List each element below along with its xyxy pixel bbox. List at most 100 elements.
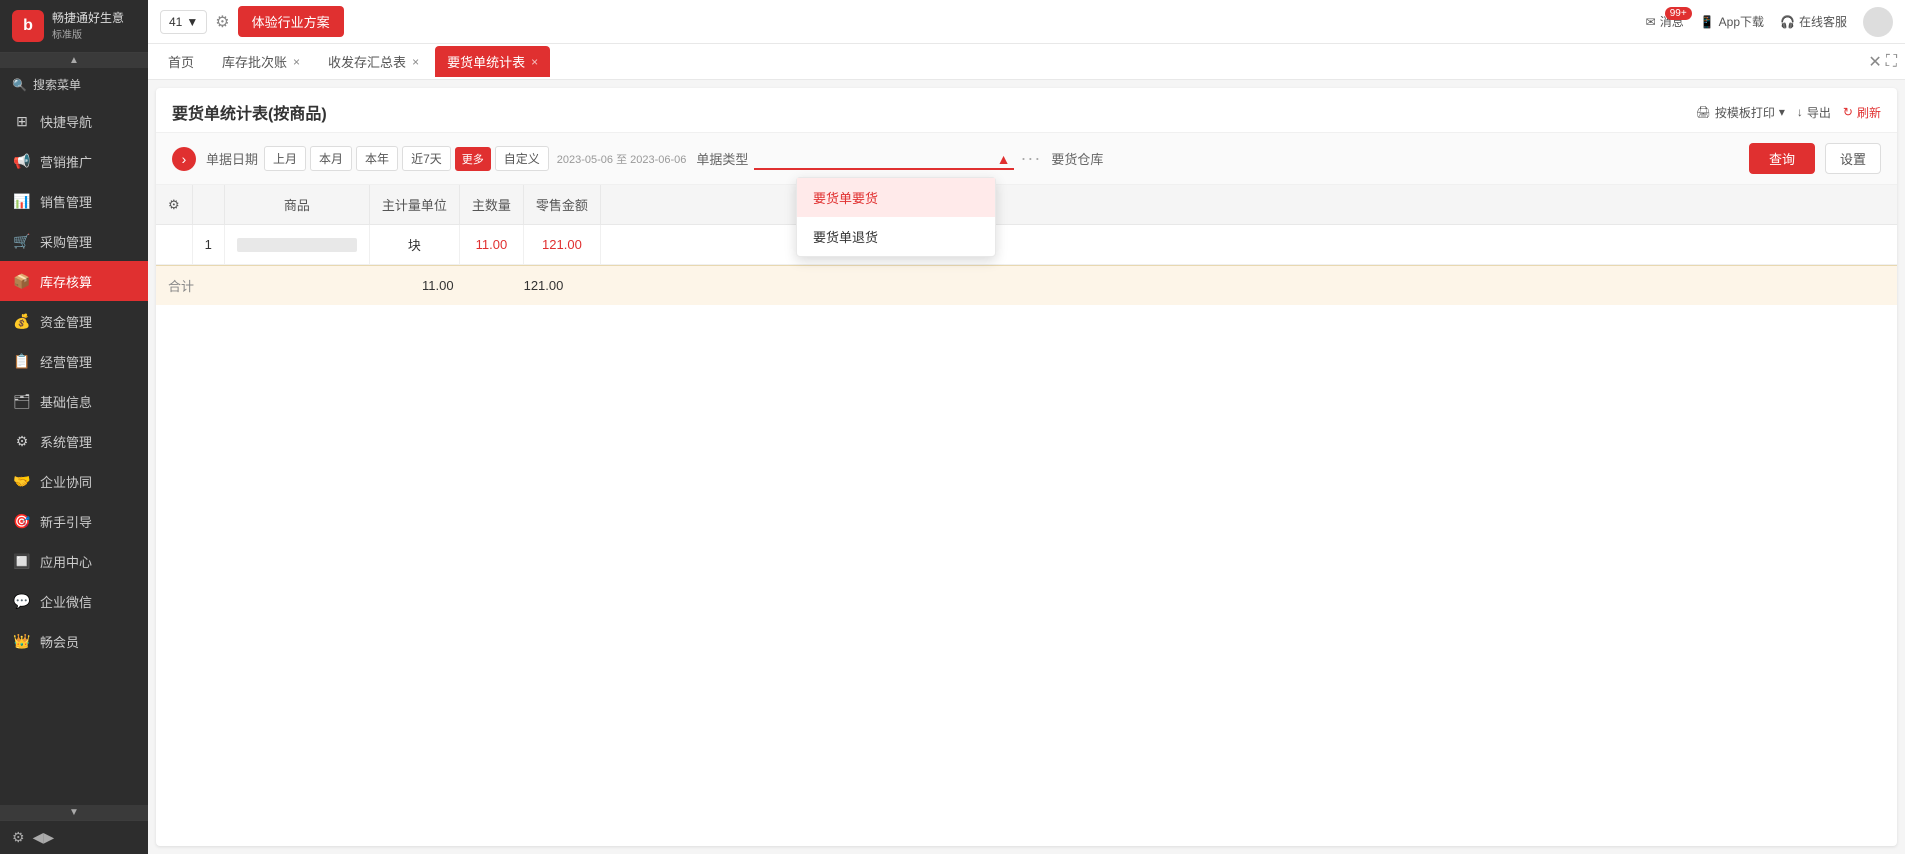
topbar-settings-icon[interactable]: ⚙	[215, 12, 229, 32]
custom-date-btn[interactable]: 自定义	[495, 146, 549, 171]
sidebar-item-marketing[interactable]: 📢 营销推广	[0, 141, 148, 181]
sidebar-item-label: 资金管理	[40, 312, 92, 331]
print-template-btn[interactable]: 🖨 按模板打印 ▾	[1696, 104, 1785, 121]
search-icon: 🔍	[12, 78, 27, 92]
app-name-block: 畅捷通好生意 标准版	[52, 11, 124, 42]
row-num: 1	[192, 225, 224, 265]
table-container: ⚙ 商品 主计量单位 主数量 零售金额 1	[156, 185, 1897, 265]
sidebar-item-label: 采购管理	[40, 232, 92, 251]
sidebar-item-label: 新手引导	[40, 512, 92, 531]
collab-icon: 🤝	[12, 471, 32, 491]
sidebar-scroll-up[interactable]: ▲	[0, 53, 148, 68]
collapse-sidebar-icon[interactable]: ◀▶	[33, 829, 55, 846]
tabbar-expand-icon[interactable]: ⛶	[1886, 53, 1897, 71]
sidebar-item-operation[interactable]: 📋 经营管理	[0, 341, 148, 381]
tab-receive-summary-close[interactable]: ×	[412, 55, 419, 69]
filter-bar: › 单据日期 上月 本月 本年 近7天 更多 自定义 2023-05-06 至 …	[156, 133, 1897, 185]
refresh-btn[interactable]: ↻ 刷新	[1843, 104, 1881, 121]
dropdown-item-order-delivery[interactable]: 要货单要货	[797, 178, 995, 217]
sidebar-item-quick-nav[interactable]: ⊞ 快捷导航	[0, 101, 148, 141]
last-7-days-btn[interactable]: 近7天	[402, 146, 451, 171]
purchase-icon: 🛒	[12, 231, 32, 251]
sidebar-item-purchase[interactable]: 🛒 采购管理	[0, 221, 148, 261]
tabbar-close-all[interactable]: ✕	[1868, 52, 1881, 72]
user-avatar[interactable]	[1863, 7, 1893, 37]
more-dates-btn[interactable]: 更多	[455, 147, 491, 171]
row-product	[224, 225, 369, 265]
row-quantity[interactable]: 11.00	[459, 225, 523, 265]
refresh-icon: ↻	[1843, 105, 1853, 119]
topbar-left: 41 ▼ ⚙ 体验行业方案	[160, 6, 1636, 37]
tabbar: 首页 库存批次账 × 收发存汇总表 × 要货单统计表 × ✕ ⛶	[148, 44, 1905, 80]
warehouse-filter-group: 要货仓库	[1051, 149, 1103, 168]
sidebar-item-system[interactable]: ⚙ 系统管理	[0, 421, 148, 461]
wechat-icon: 💬	[12, 591, 32, 611]
filter-expand-btn[interactable]: ›	[172, 147, 196, 171]
this-year-btn[interactable]: 本年	[356, 146, 398, 171]
sidebar-item-sales[interactable]: 📊 销售管理	[0, 181, 148, 221]
export-label: 导出	[1807, 104, 1831, 121]
page-header: 要货单统计表(按商品) 🖨 按模板打印 ▾ ↓ 导出 ↻ 刷新	[156, 88, 1897, 133]
tab-order-stats-close[interactable]: ×	[531, 55, 538, 69]
online-service-label: 在线客服	[1799, 13, 1847, 30]
sidebar-item-label: 基础信息	[40, 392, 92, 411]
sidebar-item-appstore[interactable]: 🔲 应用中心	[0, 541, 148, 581]
doc-type-arrow[interactable]: ▲	[997, 151, 1011, 167]
col-settings[interactable]: ⚙	[156, 185, 192, 225]
footer-label: 合计	[168, 276, 194, 295]
date-filter-label: 单据日期	[206, 149, 258, 168]
sidebar-item-member[interactable]: 👑 畅会员	[0, 621, 148, 661]
col-extra	[600, 185, 1897, 225]
last-month-btn[interactable]: 上月	[264, 146, 306, 171]
filter-settings-btn[interactable]: 设置	[1825, 143, 1881, 174]
sidebar-bottom: ⚙ ◀▶	[0, 820, 148, 854]
quick-nav-icon: ⊞	[12, 111, 32, 131]
page-title: 要货单统计表(按商品)	[172, 100, 327, 124]
sidebar-item-wechat[interactable]: 💬 企业微信	[0, 581, 148, 621]
doc-type-more[interactable]: ···	[1020, 148, 1041, 169]
tab-receive-summary[interactable]: 收发存汇总表 ×	[316, 46, 431, 77]
col-unit: 主计量单位	[369, 185, 459, 225]
row-sales-amount[interactable]: 121.00	[523, 225, 600, 265]
trial-button[interactable]: 体验行业方案	[238, 6, 344, 37]
refresh-label: 刷新	[1857, 104, 1881, 121]
topbar-right: ✉ 消息 99+ 📱 App下载 🎧 在线客服	[1646, 7, 1893, 37]
sidebar-search[interactable]: 🔍 搜索菜单	[0, 68, 148, 101]
settings-bottom-icon[interactable]: ⚙	[12, 829, 25, 846]
sidebar-item-inventory[interactable]: 📦 库存核算	[0, 261, 148, 301]
doc-type-input[interactable]	[754, 147, 1014, 170]
main-content: 41 ▼ ⚙ 体验行业方案 ✉ 消息 99+ 📱 App下载 🎧 在线客服	[148, 0, 1905, 854]
sidebar-item-collab[interactable]: 🤝 企业协同	[0, 461, 148, 501]
tab-inventory-batch[interactable]: 库存批次账 ×	[210, 46, 312, 77]
online-service-link[interactable]: 🎧 在线客服	[1780, 13, 1847, 30]
sidebar-item-guide[interactable]: 🎯 新手引导	[0, 501, 148, 541]
query-btn[interactable]: 查询	[1749, 143, 1815, 174]
app-download-link[interactable]: 📱 App下载	[1700, 13, 1764, 30]
footer-sales-amount: 121.00	[524, 278, 564, 293]
footer-quantity-spacer: 11.00	[422, 278, 454, 293]
sidebar-item-label: 销售管理	[40, 192, 92, 211]
message-notification[interactable]: ✉ 消息 99+	[1646, 13, 1684, 30]
app-download-icon: 📱	[1700, 15, 1715, 29]
tab-inventory-batch-close[interactable]: ×	[293, 55, 300, 69]
page-content: 要货单统计表(按商品) 🖨 按模板打印 ▾ ↓ 导出 ↻ 刷新 ›	[156, 88, 1897, 846]
table-row: 1 块 11.00 121.00	[156, 225, 1897, 265]
sidebar-item-basic[interactable]: 🗂 基础信息	[0, 381, 148, 421]
doc-type-dropdown: 要货单要货 要货单退货	[796, 177, 996, 257]
online-service-icon: 🎧	[1780, 15, 1795, 29]
tab-home[interactable]: 首页	[156, 46, 206, 77]
guide-icon: 🎯	[12, 511, 32, 531]
dropdown-item-order-return[interactable]: 要货单退货	[797, 217, 995, 256]
sidebar-item-finance[interactable]: 💰 资金管理	[0, 301, 148, 341]
sidebar-item-label: 经营管理	[40, 352, 92, 371]
footer-quantity: 11.00	[422, 278, 454, 293]
sidebar-item-label: 营销推广	[40, 152, 92, 171]
this-month-btn[interactable]: 本月	[310, 146, 352, 171]
app-name: 畅捷通好生意	[52, 11, 124, 27]
export-btn[interactable]: ↓ 导出	[1797, 104, 1831, 121]
tab-order-stats[interactable]: 要货单统计表 ×	[435, 46, 550, 77]
sidebar-scroll-down[interactable]: ▼	[0, 805, 148, 820]
row-settings	[156, 225, 192, 265]
store-selector[interactable]: 41 ▼	[160, 10, 207, 34]
topbar: 41 ▼ ⚙ 体验行业方案 ✉ 消息 99+ 📱 App下载 🎧 在线客服	[148, 0, 1905, 44]
